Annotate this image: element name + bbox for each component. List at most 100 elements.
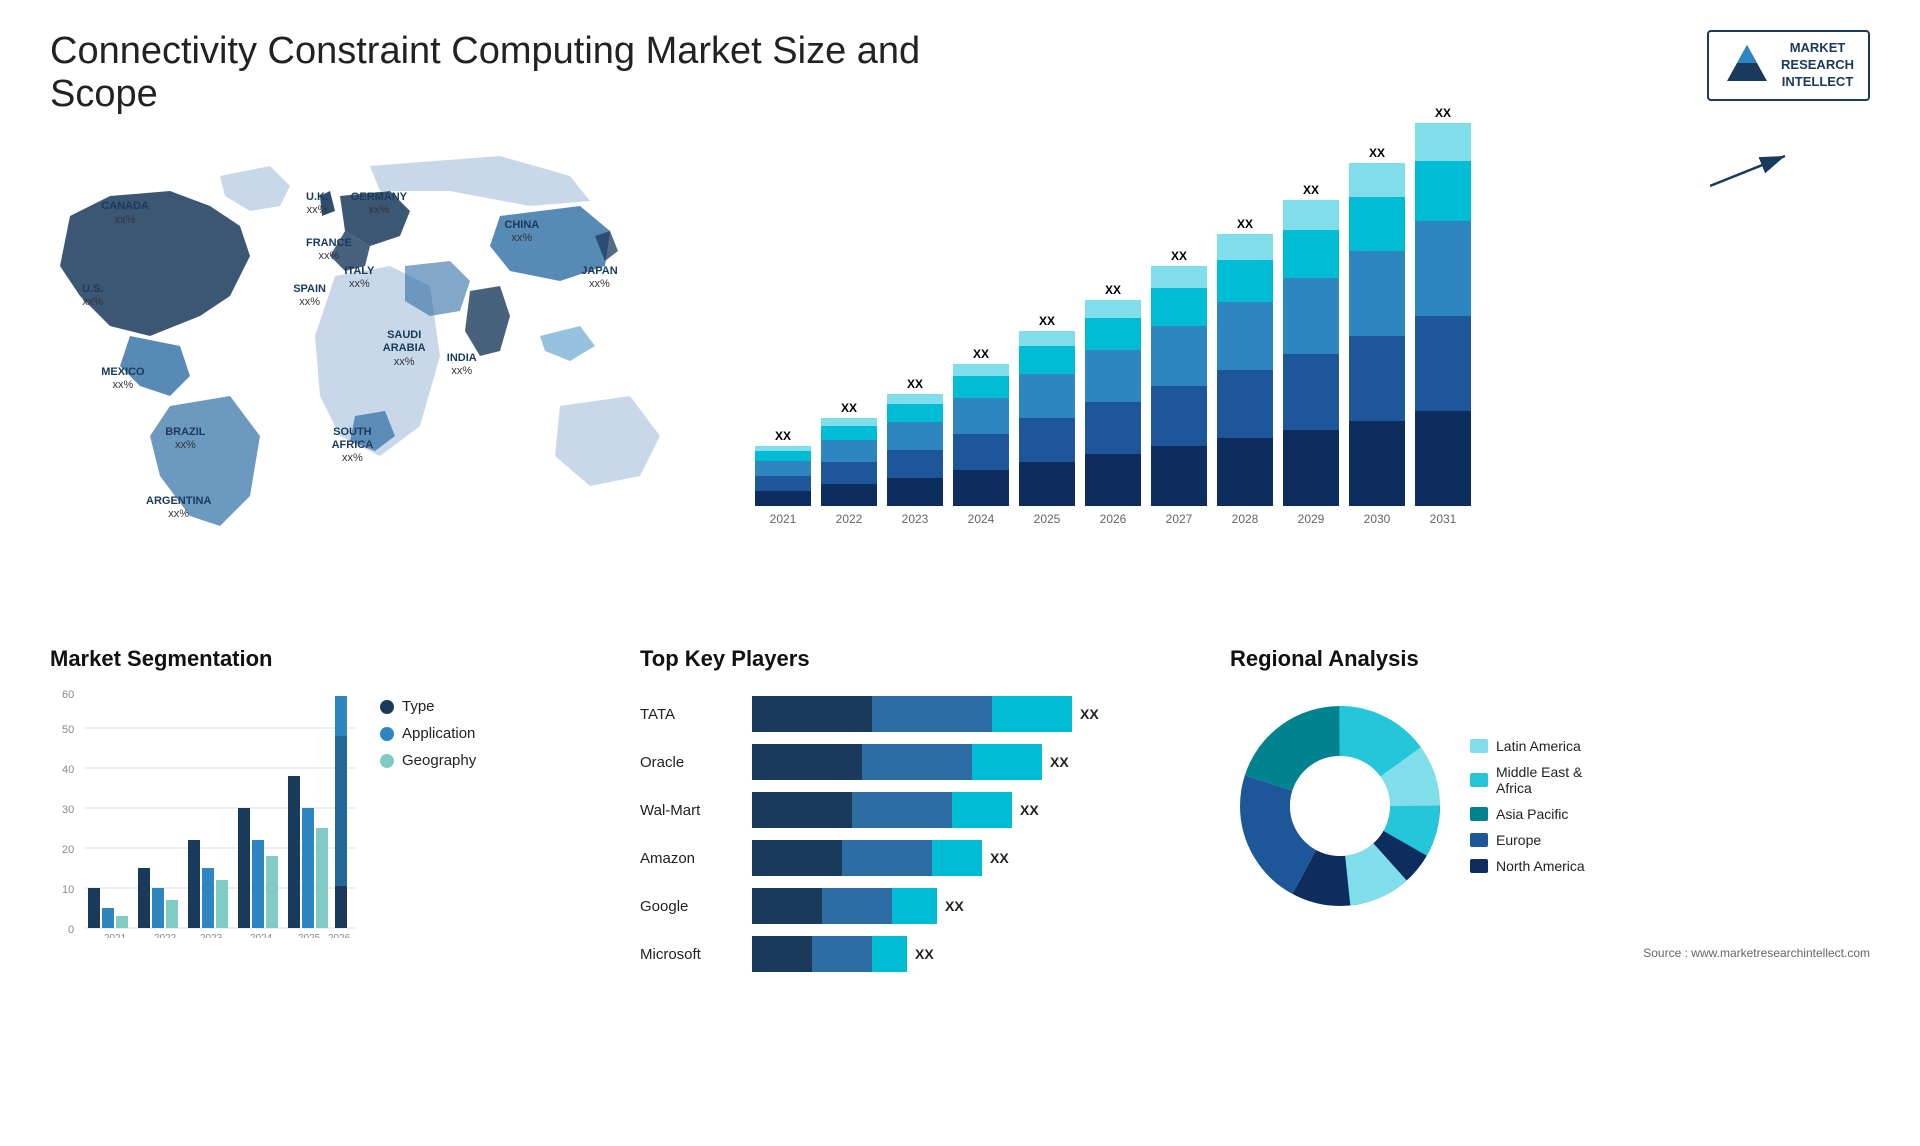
legend-type: Type [380,698,476,715]
year-2026: 2026 [1100,512,1127,526]
seg-legend: Type Application Geography [380,688,476,769]
bar-2021: XX 2021 [755,429,811,526]
player-val-amazon: XX [990,850,1009,866]
latin-america-color [1470,739,1488,753]
page-title: Connectivity Constraint Computing Market… [50,30,950,116]
bar-2030: XX 2030 [1349,146,1405,526]
player-bar-walmart: XX [752,792,1039,828]
svg-text:30: 30 [62,804,74,816]
year-2029: 2029 [1298,512,1325,526]
player-name-oracle: Oracle [640,754,740,771]
label-argentina: ARGENTINA xx% [146,495,211,521]
bar-2024: XX 2024 [953,347,1009,526]
bar-2029: XX 2029 [1283,183,1339,526]
year-2028: 2028 [1232,512,1259,526]
regional-section: Regional Analysis [1230,646,1870,972]
source-text: Source : www.marketresearchintellect.com [1230,946,1870,960]
label-brazil: BRAZIL xx% [165,426,205,452]
bar-val-2021: XX [775,429,791,443]
legend-europe: Europe [1470,832,1585,848]
label-china: CHINA xx% [504,219,539,245]
header: Connectivity Constraint Computing Market… [50,30,1870,116]
player-name-google: Google [640,898,740,915]
segmentation-chart: 0 10 20 30 40 50 60 [50,688,610,938]
legend-mea: Middle East &Africa [1470,764,1585,796]
svg-text:20: 20 [62,844,74,856]
label-italy: ITALY xx% [344,265,374,291]
label-japan: JAPAN xx% [581,265,617,291]
page-wrapper: Connectivity Constraint Computing Market… [50,30,1870,972]
label-southafrica: SOUTH AFRICA xx% [332,426,374,466]
world-map-section: CANADA xx% U.S. xx% MEXICO xx% BRAZIL xx… [50,136,700,616]
player-bar-google: XX [752,888,964,924]
world-map-container: CANADA xx% U.S. xx% MEXICO xx% BRAZIL xx… [50,136,690,596]
asia-pacific-label: Asia Pacific [1496,806,1568,822]
player-bar-microsoft: XX [752,936,934,972]
segmentation-svg: 0 10 20 30 40 50 60 [50,688,360,938]
svg-text:50: 50 [62,724,74,736]
player-row-google: Google XX [640,888,1200,924]
player-val-microsoft: XX [915,946,934,962]
year-2027: 2027 [1166,512,1193,526]
svg-text:2024: 2024 [250,933,273,938]
legend-north-america: North America [1470,858,1585,874]
mea-label: Middle East &Africa [1496,764,1582,796]
asia-pacific-color [1470,807,1488,821]
bar-2025: XX 2025 [1019,314,1075,526]
label-india: INDIA xx% [447,352,477,378]
player-row-walmart: Wal-Mart XX [640,792,1200,828]
svg-text:0: 0 [68,924,74,936]
player-bar-oracle: XX [752,744,1069,780]
svg-text:2022: 2022 [154,933,177,938]
player-bar-amazon: XX [752,840,1009,876]
svg-text:2025: 2025 [298,933,321,938]
europe-label: Europe [1496,832,1541,848]
label-france: FRANCE xx% [306,237,352,263]
label-spain: SPAIN xx% [293,283,326,309]
players-chart: TATA XX Oracle [640,696,1200,972]
type-dot [380,700,394,714]
player-row-amazon: Amazon XX [640,840,1200,876]
key-players-title: Top Key Players [640,646,1200,672]
bar-2023: XX 2023 [887,377,943,526]
donut-chart [1230,696,1450,916]
year-2031: 2031 [1430,512,1457,526]
svg-text:2021: 2021 [104,933,127,938]
mea-color [1470,773,1488,787]
regional-title: Regional Analysis [1230,646,1870,672]
label-uk: U.K. xx% [306,191,328,217]
bar-2022: XX 2022 [821,401,877,526]
legend-asia-pacific: Asia Pacific [1470,806,1585,822]
north-america-color [1470,859,1488,873]
label-mexico: MEXICO xx% [101,366,144,392]
legend-geography: Geography [380,752,476,769]
svg-text:2026: 2026 [328,933,351,938]
svg-text:10: 10 [62,884,74,896]
latin-america-label: Latin America [1496,738,1581,754]
player-row-tata: TATA XX [640,696,1200,732]
year-2021: 2021 [770,512,797,526]
player-name-amazon: Amazon [640,850,740,867]
north-america-label: North America [1496,858,1585,874]
geography-dot [380,754,394,768]
main-grid: CANADA xx% U.S. xx% MEXICO xx% BRAZIL xx… [50,136,1870,972]
player-row-microsoft: Microsoft XX [640,936,1200,972]
year-2024: 2024 [968,512,995,526]
player-val-oracle: XX [1050,754,1069,770]
player-val-tata: XX [1080,706,1099,722]
bar-2026: XX 2026 [1085,283,1141,526]
player-row-oracle: Oracle XX [640,744,1200,780]
label-canada: CANADA xx% [101,200,149,226]
segmentation-title: Market Segmentation [50,646,610,672]
bottom-row: Market Segmentation 0 10 20 30 40 50 60 [50,636,1870,972]
label-us: U.S. xx% [82,283,103,309]
regional-legend: Latin America Middle East &Africa Asia P… [1470,738,1585,874]
segmentation-section: Market Segmentation 0 10 20 30 40 50 60 [50,646,610,972]
year-2022: 2022 [836,512,863,526]
regional-content: Latin America Middle East &Africa Asia P… [1230,696,1870,916]
bar-chart-section: XX 2021 XX [720,136,1870,616]
player-val-google: XX [945,898,964,914]
type-label: Type [402,698,435,715]
year-2025: 2025 [1034,512,1061,526]
logo-text: MARKET RESEARCH INTELLECT [1781,40,1854,91]
